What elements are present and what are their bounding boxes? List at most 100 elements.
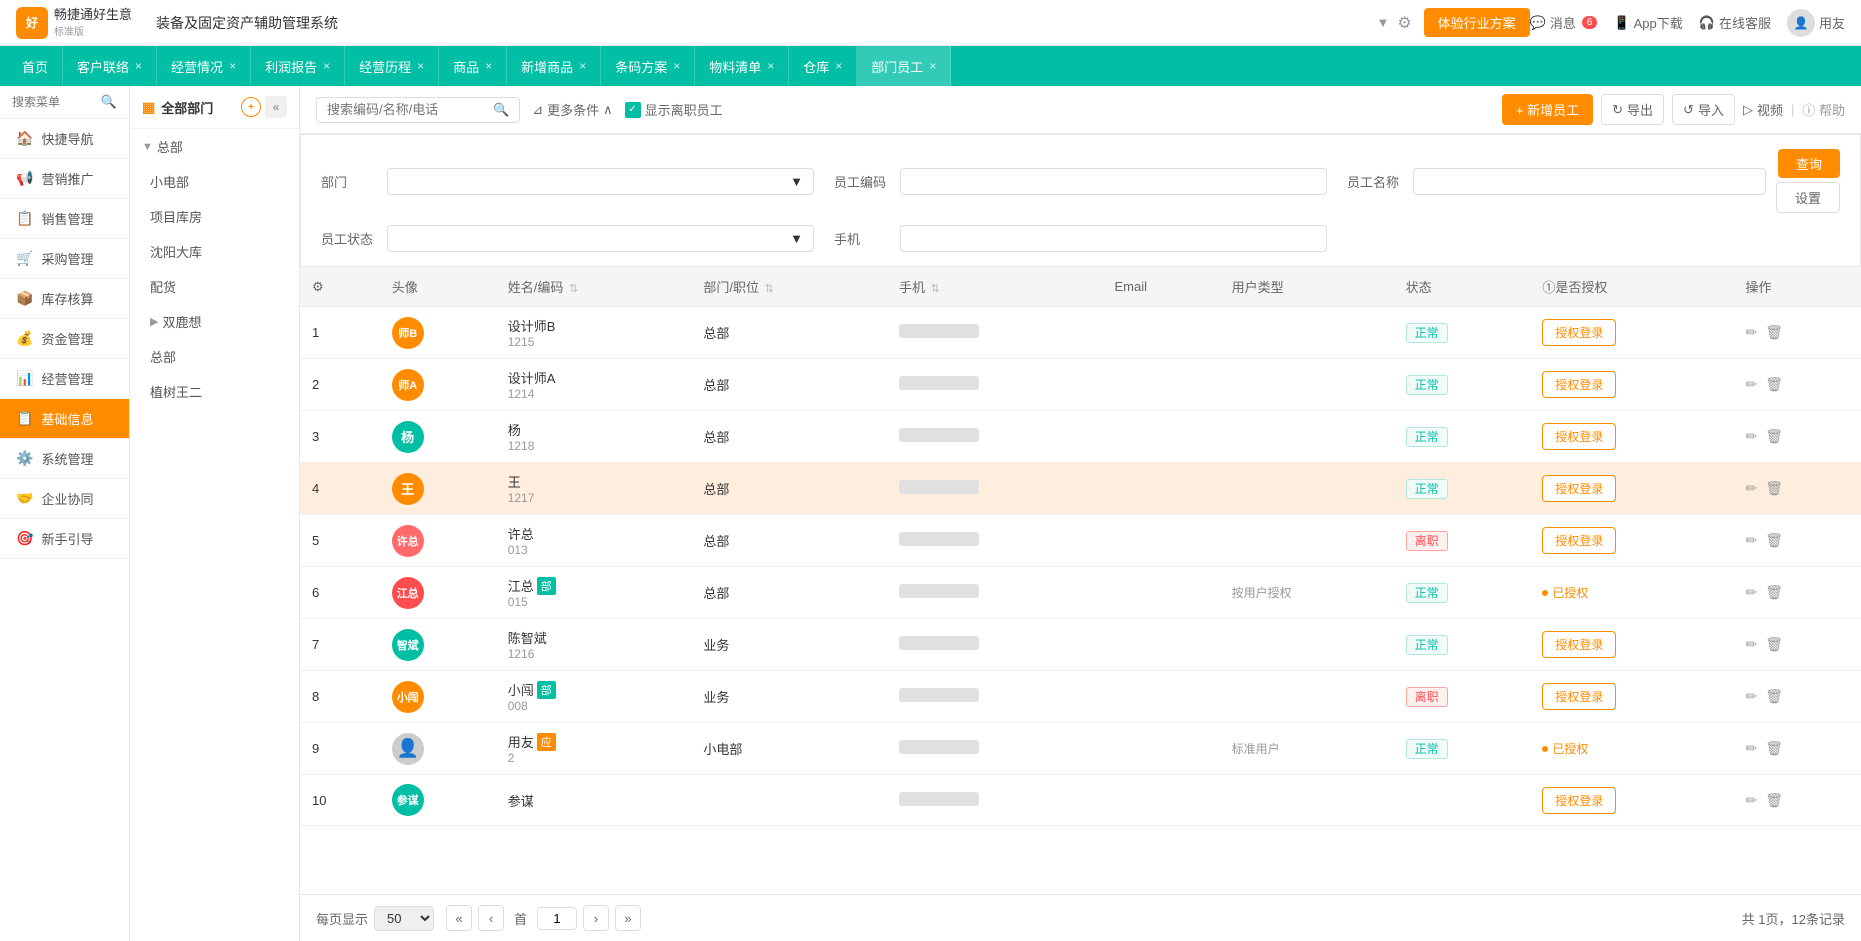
prev-btn[interactable]: ‹ (478, 905, 504, 931)
next-next-btn[interactable]: » (615, 905, 641, 931)
sidebar-item-sales[interactable]: 📋销售管理 (0, 199, 129, 239)
dept-tree-item-plant[interactable]: 植树王二 (130, 374, 299, 409)
nav-tab-profit[interactable]: 利润报告 × (251, 46, 345, 86)
nav-tab-barcode[interactable]: 条码方案 × (601, 46, 695, 86)
page-input[interactable] (537, 907, 577, 930)
nav-tab-operations[interactable]: 经营情况 × (157, 46, 251, 86)
dept-tree-item-dist[interactable]: 配货 (130, 269, 299, 304)
nav-tab-employee[interactable]: 部门员工 × (857, 46, 951, 86)
empcode-filter-input[interactable] (900, 168, 1327, 195)
nav-tab-history[interactable]: 经营历程 × (345, 46, 439, 86)
app-download-button[interactable]: 📱 App下载 (1613, 13, 1682, 32)
more-filter-btn[interactable]: ⊿ 更多条件 ∧ (532, 100, 612, 119)
system-arrow-icon[interactable]: ▼ (1376, 15, 1389, 30)
sidebar-item-quick-nav[interactable]: 🏠快捷导航 (0, 119, 129, 159)
delete-icon[interactable]: 🗑 (1765, 376, 1783, 393)
auth-login-button[interactable]: 授权登录 (1542, 527, 1616, 554)
edit-icon[interactable]: ✏ (1745, 688, 1757, 705)
sidebar-item-marketing[interactable]: 📢营销推广 (0, 159, 129, 199)
auth-login-button[interactable]: 授权登录 (1542, 371, 1616, 398)
col-name[interactable]: 姓名/编码 ⇅ (496, 267, 692, 307)
dept-collapse-btn[interactable]: « (265, 96, 287, 118)
empname-filter-input[interactable] (1413, 168, 1766, 195)
dept-tree-item-head[interactable]: ▼总部 (130, 129, 299, 164)
delete-icon[interactable]: 🗑 (1765, 740, 1783, 757)
sidebar-item-operations[interactable]: 📊经营管理 (0, 359, 129, 399)
nav-tab-goods[interactable]: 商品 × (439, 46, 507, 86)
row-num: 8 (300, 671, 380, 723)
export-button[interactable]: ↻ 导出 (1601, 94, 1664, 125)
online-service-button[interactable]: 🎧 在线客服 (1699, 13, 1771, 32)
sidebar-item-guide[interactable]: 🎯新手引导 (0, 519, 129, 559)
edit-icon[interactable]: ✏ (1745, 480, 1757, 497)
edit-icon[interactable]: ✏ (1745, 532, 1757, 549)
edit-icon[interactable]: ✏ (1745, 740, 1757, 757)
message-button[interactable]: 💬 消息 6 (1530, 13, 1598, 32)
sidebar-search-input[interactable] (12, 95, 101, 109)
phone-filter-input[interactable] (900, 225, 1327, 252)
query-button[interactable]: 查询 (1778, 149, 1840, 178)
search-input[interactable] (327, 102, 487, 117)
import-button[interactable]: ↺ 导入 (1672, 94, 1735, 125)
dept-filter-select[interactable]: ▼ (387, 168, 814, 195)
sidebar-item-system[interactable]: ⚙️系统管理 (0, 439, 129, 479)
sidebar-item-inventory[interactable]: 📦库存核算 (0, 279, 129, 319)
dept-add-icon[interactable]: + (241, 97, 261, 117)
checkbox-resigned[interactable]: ✓ (625, 102, 641, 118)
edit-icon[interactable]: ✏ (1745, 584, 1757, 601)
sidebar-item-cooperation[interactable]: 🤝企业协同 (0, 479, 129, 519)
nav-tab-customer[interactable]: 客户联络 × (63, 46, 157, 86)
delete-icon[interactable]: 🗑 (1765, 584, 1783, 601)
page-nav: « ‹ 首 › » (446, 905, 641, 931)
auth-login-button[interactable]: 授权登录 (1542, 787, 1616, 814)
show-resigned-toggle[interactable]: ✓ 显示离职员工 (625, 100, 723, 119)
reset-button[interactable]: 设置 (1776, 182, 1840, 213)
edit-icon[interactable]: ✏ (1745, 428, 1757, 445)
edit-icon[interactable]: ✏ (1745, 792, 1757, 809)
dept-tree-item-proj[interactable]: 项目库房 (130, 199, 299, 234)
auth-login-button[interactable]: 授权登录 (1542, 683, 1616, 710)
delete-icon[interactable]: 🗑 (1765, 532, 1783, 549)
delete-icon[interactable]: 🗑 (1765, 428, 1783, 445)
view-button[interactable]: ▷ 视频 (1743, 100, 1783, 119)
auth-login-button[interactable]: 授权登录 (1542, 319, 1616, 346)
auth-login-button[interactable]: 授权登录 (1542, 631, 1616, 658)
sidebar-item-purchase[interactable]: 🛒采购管理 (0, 239, 129, 279)
edit-icon[interactable]: ✏ (1745, 324, 1757, 341)
nav-tab-warehouse[interactable]: 仓库 × (789, 46, 857, 86)
empstatus-filter-select[interactable]: ▼ (387, 225, 814, 252)
col-phone[interactable]: 手机 ⇅ (887, 267, 1102, 307)
sidebar-item-finance[interactable]: 💰资金管理 (0, 319, 129, 359)
nav-tab-add-goods[interactable]: 新增商品 × (507, 46, 601, 86)
delete-icon[interactable]: 🗑 (1765, 688, 1783, 705)
sidebar-item-basic[interactable]: 📋基础信息 (0, 399, 129, 439)
add-employee-button[interactable]: + 新增员工 (1502, 94, 1593, 125)
auth-login-button[interactable]: 授权登录 (1542, 475, 1616, 502)
nav-tab-bom[interactable]: 物料清单 × (695, 46, 789, 86)
dept-tree-item-double[interactable]: ▶双鹿想 (130, 304, 299, 339)
delete-icon[interactable]: 🗑 (1765, 792, 1783, 809)
help-icon[interactable]: ⓘ 帮助 (1802, 100, 1845, 119)
next-btn[interactable]: › (583, 905, 609, 931)
settings-gear-icon[interactable]: ⚙ (1397, 13, 1411, 33)
dept-tree-item-head2[interactable]: 总部 (130, 339, 299, 374)
page-size-select[interactable]: 50 20 100 (374, 906, 434, 931)
delete-icon[interactable]: 🗑 (1765, 324, 1783, 341)
row-auth: 授权登录 (1530, 515, 1733, 567)
dept-tree-item-xdept[interactable]: 小电部 (130, 164, 299, 199)
search-icon[interactable]: 🔍 (493, 102, 509, 118)
filter-actions: 查询 设置 (1776, 149, 1840, 213)
delete-icon[interactable]: 🗑 (1765, 480, 1783, 497)
auth-login-button[interactable]: 授权登录 (1542, 423, 1616, 450)
col-dept[interactable]: 部门/职位 ⇅ (691, 267, 887, 307)
nav-tab-home[interactable]: 首页 (8, 46, 63, 86)
trial-button[interactable]: 体验行业方案 (1424, 8, 1530, 37)
col-status: 状态 (1394, 267, 1531, 307)
edit-icon[interactable]: ✏ (1745, 376, 1757, 393)
user-menu-button[interactable]: 👤 用友 (1787, 9, 1845, 37)
col-settings[interactable]: ⚙ (300, 267, 380, 307)
prev-prev-btn[interactable]: « (446, 905, 472, 931)
delete-icon[interactable]: 🗑 (1765, 636, 1783, 653)
edit-icon[interactable]: ✏ (1745, 636, 1757, 653)
dept-tree-item-shenyang[interactable]: 沈阳大库 (130, 234, 299, 269)
